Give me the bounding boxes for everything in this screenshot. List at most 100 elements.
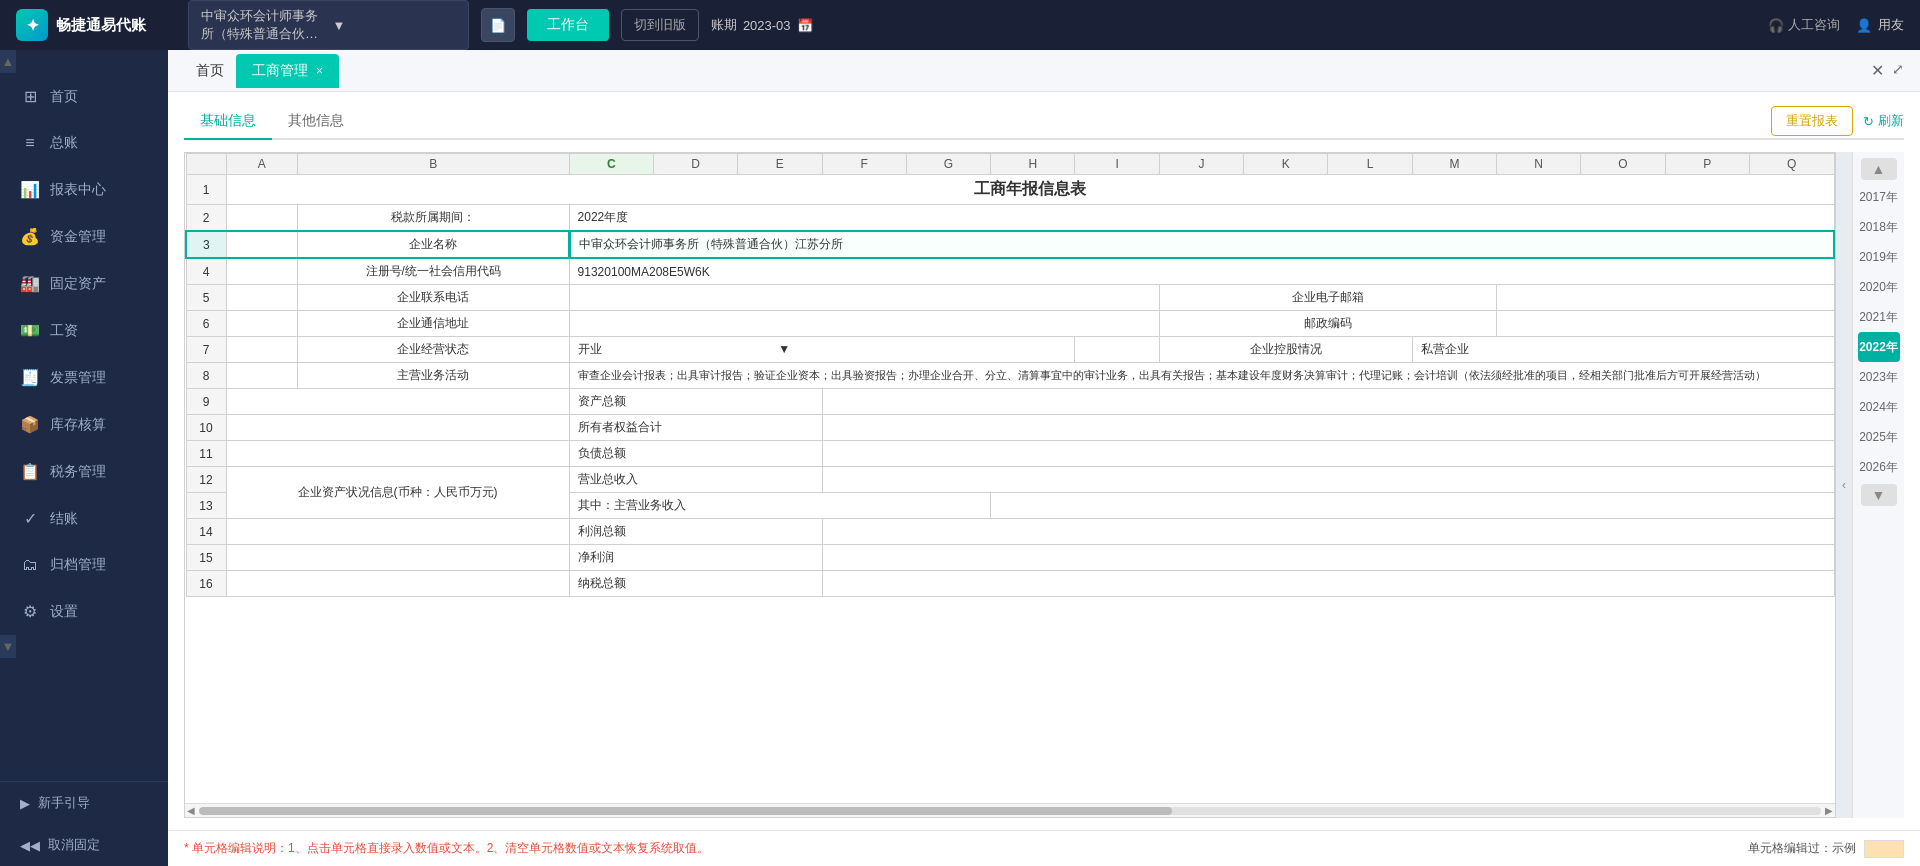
- sidebar-scroll-down[interactable]: ▼: [0, 635, 16, 658]
- cell-16a[interactable]: [226, 571, 569, 597]
- cell-2a[interactable]: [226, 205, 297, 232]
- spreadsheet-scroll[interactable]: A B C D E F G H I J: [185, 153, 1835, 803]
- cell-5a[interactable]: [226, 285, 297, 311]
- cell-10c[interactable]: 所有者权益合计: [569, 415, 822, 441]
- subtab-basic-info[interactable]: 基础信息: [184, 104, 272, 140]
- cell-7i[interactable]: [1075, 337, 1159, 363]
- cell-4a[interactable]: [226, 258, 297, 285]
- col-d: D: [653, 154, 737, 175]
- year-2026[interactable]: 2026年: [1858, 452, 1900, 482]
- cell-8c[interactable]: 审查企业会计报表；出具审计报告；验证企业资本；出具验资报告；办理企业合开、分立、…: [569, 363, 1834, 389]
- cancel-fixed-button[interactable]: ◀◀ 取消固定: [0, 824, 168, 866]
- tab-business-management[interactable]: 工商管理 ×: [236, 54, 339, 88]
- cell-14a[interactable]: [226, 519, 569, 545]
- year-2025[interactable]: 2025年: [1858, 422, 1900, 452]
- old-version-button[interactable]: 切到旧版: [621, 9, 699, 41]
- sidebar-item-invoice[interactable]: 🧾 发票管理: [0, 354, 168, 401]
- workbench-button[interactable]: 工作台: [527, 9, 609, 41]
- salary-icon: 💵: [20, 321, 40, 340]
- reset-report-button[interactable]: 重置报表: [1771, 106, 1853, 136]
- inner-content: 基础信息 其他信息 重置报表 ↻ 刷新: [168, 92, 1920, 830]
- cell-4c[interactable]: 91320100MA208E5W6K: [569, 258, 1834, 285]
- sidebar-item-tax[interactable]: 📋 税务管理: [0, 448, 168, 495]
- inventory-icon: 📦: [20, 415, 40, 434]
- year-2021[interactable]: 2021年: [1858, 302, 1900, 332]
- year-2019[interactable]: 2019年: [1858, 242, 1900, 272]
- cell-9c[interactable]: 资产总额: [569, 389, 822, 415]
- cell-12f[interactable]: [822, 467, 1834, 493]
- year-2018[interactable]: 2018年: [1858, 212, 1900, 242]
- cell-13c[interactable]: 其中：主营业务收入: [569, 493, 991, 519]
- cell-11f[interactable]: [822, 441, 1834, 467]
- scrollbar-thumb[interactable]: [199, 807, 1172, 815]
- subtab-other-info[interactable]: 其他信息: [272, 104, 360, 140]
- new-hand-label: 新手引导: [38, 794, 90, 812]
- tab-close-icon[interactable]: ×: [316, 64, 323, 78]
- cell-9a[interactable]: [226, 389, 569, 415]
- new-hand-guide[interactable]: ▶ 新手引导: [0, 782, 168, 824]
- title-cell[interactable]: 工商年报信息表: [226, 175, 1834, 205]
- sidebar-scroll-up[interactable]: ▲: [0, 50, 16, 73]
- company-selector[interactable]: 中审众环会计师事务所（特殊普通合伙… ▼: [188, 0, 469, 50]
- cell-6n[interactable]: [1497, 311, 1834, 337]
- sidebar-item-fixed-asset[interactable]: 🏭 固定资产: [0, 260, 168, 307]
- cell-15a[interactable]: [226, 545, 569, 571]
- sidebar-item-home[interactable]: ⊞ 首页: [0, 73, 168, 120]
- cell-16f[interactable]: [822, 571, 1834, 597]
- year-scroll-down[interactable]: ▼: [1861, 484, 1897, 506]
- cell-10a[interactable]: [226, 415, 569, 441]
- year-2020[interactable]: 2020年: [1858, 272, 1900, 302]
- cell-13h[interactable]: [991, 493, 1834, 519]
- cell-15c[interactable]: 净利润: [569, 545, 822, 571]
- sidebar-item-inventory[interactable]: 📦 库存核算: [0, 401, 168, 448]
- collapse-button[interactable]: ‹: [1836, 152, 1852, 818]
- scroll-left-icon[interactable]: ◀: [187, 805, 195, 816]
- cell-5c[interactable]: [569, 285, 1159, 311]
- sidebar-item-report[interactable]: 📊 报表中心: [0, 166, 168, 213]
- sidebar-item-fund[interactable]: 💰 资金管理: [0, 213, 168, 260]
- consult-button[interactable]: 🎧 人工咨询: [1768, 16, 1840, 34]
- horizontal-scrollbar[interactable]: ◀ ▶: [185, 803, 1835, 817]
- year-2024[interactable]: 2024年: [1858, 392, 1900, 422]
- cell-11a[interactable]: [226, 441, 569, 467]
- col-e: E: [738, 154, 822, 175]
- cell-8a[interactable]: [226, 363, 297, 389]
- cell-3c[interactable]: 中审众环会计师事务所（特殊普通合伙）江苏分所: [569, 231, 1834, 258]
- sidebar-item-settle[interactable]: ✓ 结账: [0, 495, 168, 542]
- calendar-icon[interactable]: 📅: [797, 18, 813, 33]
- scrollbar-track[interactable]: [199, 807, 1821, 815]
- cell-5n[interactable]: [1497, 285, 1834, 311]
- year-2017[interactable]: 2017年: [1858, 182, 1900, 212]
- cell-2c[interactable]: 2022年度: [569, 205, 1834, 232]
- cell-15f[interactable]: [822, 545, 1834, 571]
- sidebar-item-archive[interactable]: 🗂 归档管理: [0, 542, 168, 588]
- cell-7c[interactable]: 开业 ▼: [569, 337, 1075, 363]
- cell-10f[interactable]: [822, 415, 1834, 441]
- user-area[interactable]: 👤 用友: [1856, 16, 1904, 34]
- document-icon[interactable]: 📄: [481, 8, 515, 42]
- fund-icon: 💰: [20, 227, 40, 246]
- scroll-right-icon[interactable]: ▶: [1825, 805, 1833, 816]
- cell-7m[interactable]: 私营企业: [1412, 337, 1834, 363]
- cell-16c[interactable]: 纳税总额: [569, 571, 822, 597]
- cell-14c[interactable]: 利润总额: [569, 519, 822, 545]
- window-close-icon[interactable]: ✕: [1871, 61, 1884, 80]
- sidebar-item-salary[interactable]: 💵 工资: [0, 307, 168, 354]
- sidebar-item-settings[interactable]: ⚙ 设置: [0, 588, 168, 635]
- tab-home[interactable]: 首页: [184, 54, 236, 88]
- refresh-button[interactable]: ↻ 刷新: [1863, 112, 1904, 130]
- cell-6a[interactable]: [226, 311, 297, 337]
- year-2022[interactable]: 2022年: [1858, 332, 1900, 362]
- sidebar-item-ledger[interactable]: ≡ 总账: [0, 120, 168, 166]
- expand-icon[interactable]: ⤢: [1892, 61, 1904, 80]
- cell-6c[interactable]: [569, 311, 1159, 337]
- cell-3a[interactable]: [226, 231, 297, 258]
- cell-11c[interactable]: 负债总额: [569, 441, 822, 467]
- year-2023[interactable]: 2023年: [1858, 362, 1900, 392]
- row-num: 14: [186, 519, 226, 545]
- cell-9f[interactable]: [822, 389, 1834, 415]
- year-scroll-up[interactable]: ▲: [1861, 158, 1897, 180]
- cell-12c[interactable]: 营业总收入: [569, 467, 822, 493]
- cell-14f[interactable]: [822, 519, 1834, 545]
- cell-7a[interactable]: [226, 337, 297, 363]
